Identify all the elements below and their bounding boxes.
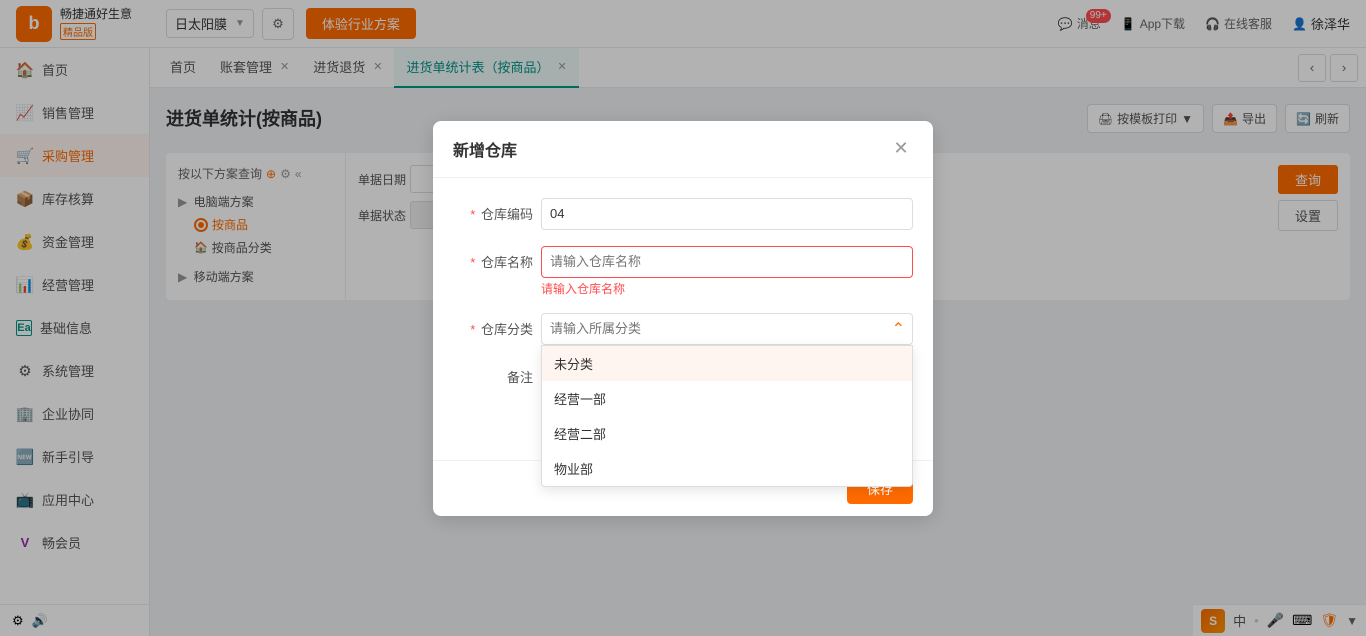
warehouse-category-control: ⌃ 未分类 经营一部 经营二部 物业部 bbox=[541, 313, 913, 345]
category-input-wrap: ⌃ bbox=[541, 313, 913, 345]
warehouse-name-control: 请输入仓库名称 bbox=[541, 246, 913, 297]
warehouse-category-input[interactable] bbox=[541, 313, 913, 345]
required-star-3: * bbox=[470, 322, 475, 337]
warehouse-category-row: * 仓库分类 ⌃ 未分类 经营一部 经营二部 物业部 bbox=[453, 313, 913, 345]
dialog-close-button[interactable]: ✕ bbox=[889, 137, 913, 161]
warehouse-category-label: * 仓库分类 bbox=[453, 313, 533, 338]
warehouse-name-label: * 仓库名称 bbox=[453, 246, 533, 271]
category-option-dept1[interactable]: 经营一部 bbox=[542, 381, 912, 416]
new-warehouse-dialog: 新增仓库 ✕ * 仓库编码 * 仓库名称 bbox=[433, 121, 933, 516]
category-dropdown: 未分类 经营一部 经营二部 物业部 bbox=[541, 345, 913, 487]
warehouse-name-input[interactable] bbox=[541, 246, 913, 278]
category-option-dept2[interactable]: 经营二部 bbox=[542, 416, 912, 451]
warehouse-code-row: * 仓库编码 bbox=[453, 198, 913, 230]
required-star-1: * bbox=[470, 207, 475, 222]
warehouse-name-row: * 仓库名称 请输入仓库名称 bbox=[453, 246, 913, 297]
dialog-overlay: 新增仓库 ✕ * 仓库编码 * 仓库名称 bbox=[0, 0, 1366, 636]
warehouse-code-input[interactable] bbox=[541, 198, 913, 230]
dialog-title: 新增仓库 bbox=[453, 137, 517, 161]
warehouse-code-label: * 仓库编码 bbox=[453, 198, 533, 223]
category-option-property[interactable]: 物业部 bbox=[542, 451, 912, 486]
category-option-unclassified[interactable]: 未分类 bbox=[542, 346, 912, 381]
dialog-header: 新增仓库 ✕ bbox=[433, 121, 933, 178]
dialog-body: * 仓库编码 * 仓库名称 请输入仓库名称 bbox=[433, 178, 933, 460]
note-label: 备注 bbox=[453, 361, 533, 386]
warehouse-name-error: 请输入仓库名称 bbox=[541, 280, 913, 297]
required-star-2: * bbox=[470, 255, 475, 270]
warehouse-code-control bbox=[541, 198, 913, 230]
category-expand-icon[interactable]: ⌃ bbox=[892, 319, 905, 339]
